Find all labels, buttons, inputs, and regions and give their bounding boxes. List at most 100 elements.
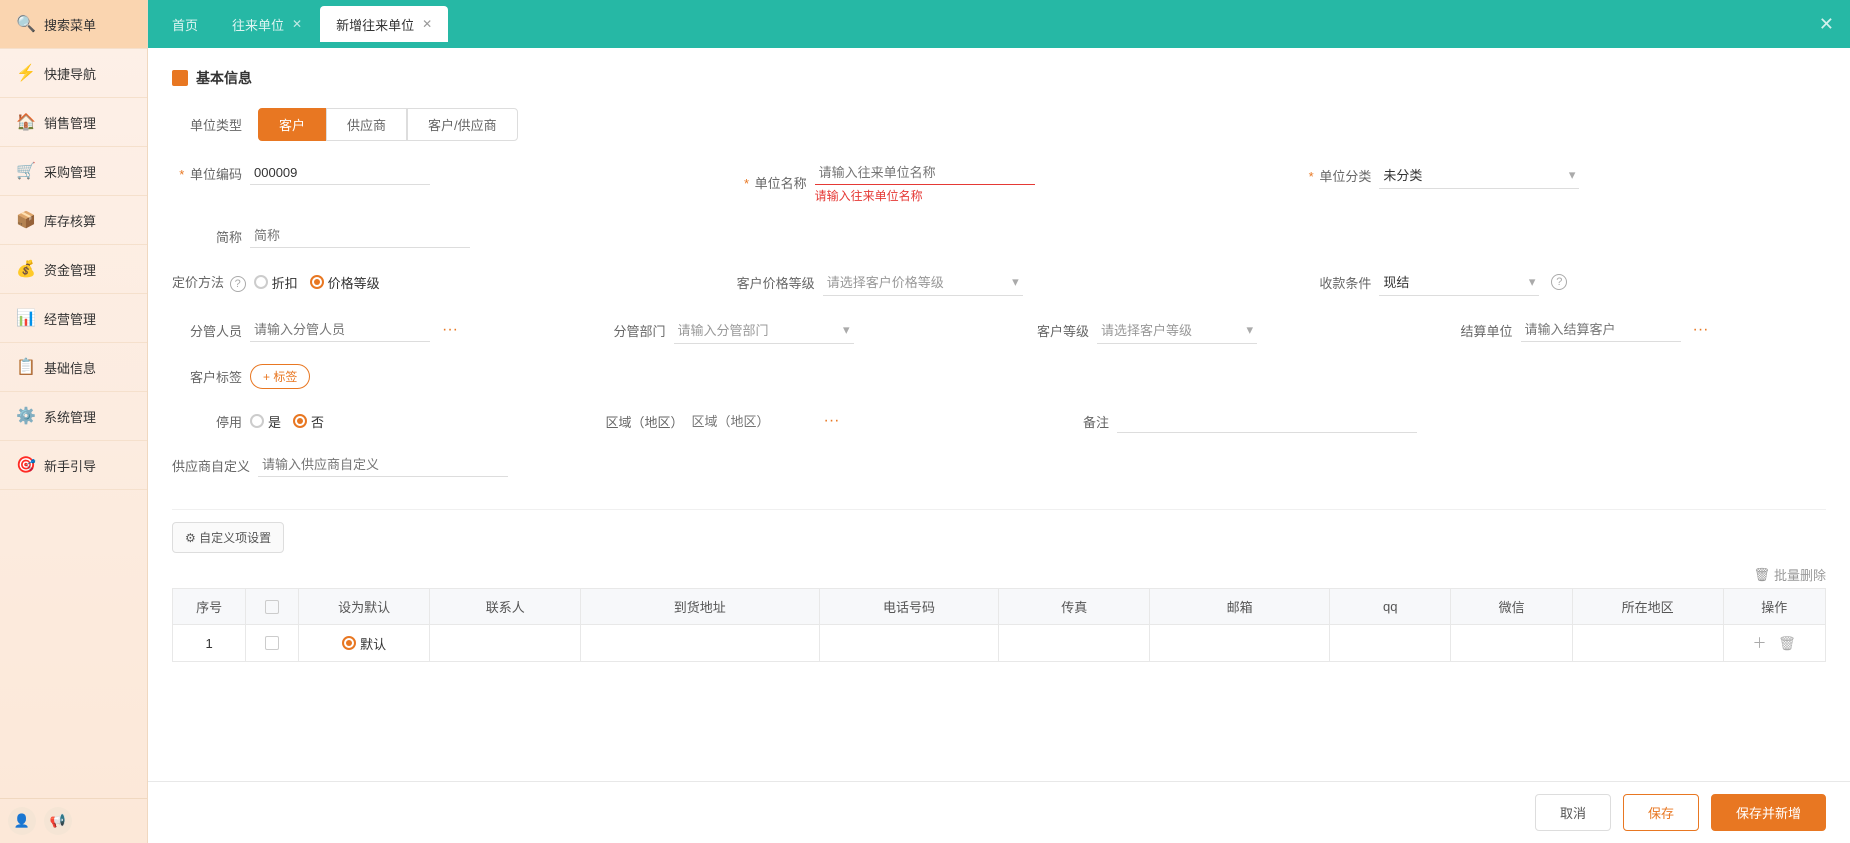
batch-delete-button[interactable]: 🗑 批量删除 bbox=[1753, 565, 1826, 584]
manager-label: 分管人员 bbox=[172, 321, 242, 340]
table-header-row: 序号 设为默认 联系人 到货地址 电话号码 传真 邮箱 qq 微信 所在地区 操… bbox=[173, 589, 1826, 625]
email-input[interactable] bbox=[1185, 636, 1295, 651]
save-button[interactable]: 保存 bbox=[1623, 794, 1699, 831]
col-default: 设为默认 bbox=[298, 589, 430, 625]
customer-level-label: 客户等级 bbox=[1019, 321, 1089, 340]
unit-code-field: * 单位编码 bbox=[172, 161, 697, 185]
disable-radio-yes[interactable]: 是 bbox=[250, 412, 281, 431]
custom-settings-button[interactable]: ⚙ 自定义项设置 bbox=[172, 522, 284, 553]
tab-new-partner[interactable]: 新增往来单位 ✕ bbox=[320, 6, 448, 42]
region-input[interactable] bbox=[692, 414, 812, 429]
region-label: 区域（地区） bbox=[606, 412, 684, 431]
sidebar-item-label: 搜索菜单 bbox=[44, 15, 96, 34]
pricing-help-icon[interactable]: ? bbox=[230, 276, 246, 292]
type-btn-both[interactable]: 客户/供应商 bbox=[407, 108, 518, 141]
payment-terms-select[interactable]: 现结 ▾ bbox=[1379, 268, 1539, 296]
row-region-input[interactable] bbox=[1603, 636, 1693, 651]
disable-radio-no[interactable]: 否 bbox=[293, 412, 324, 431]
yes-label: 是 bbox=[268, 412, 281, 431]
disable-field: 停用 是 否 bbox=[172, 412, 566, 431]
remark-field: 备注 bbox=[1039, 409, 1826, 433]
row-checkbox[interactable] bbox=[265, 636, 279, 650]
short-name-input[interactable] bbox=[250, 224, 470, 248]
manager-more-btn[interactable]: ··· bbox=[438, 321, 462, 339]
payment-terms-label: 收款条件 bbox=[1301, 273, 1371, 292]
main-area: 首页 往来单位 ✕ 新增往来单位 ✕ ✕ 基本信息 单位类型 客户 供应商 客户… bbox=[148, 0, 1850, 843]
col-email: 邮箱 bbox=[1150, 589, 1330, 625]
col-contact: 联系人 bbox=[430, 589, 581, 625]
save-new-button[interactable]: 保存并新增 bbox=[1711, 794, 1826, 831]
row-disable-region: 停用 是 否 区域（地区） ··· bbox=[172, 409, 1826, 433]
default-label: 默认 bbox=[360, 634, 386, 653]
table-row: 1 默认 bbox=[173, 625, 1826, 662]
remark-input[interactable] bbox=[1117, 409, 1417, 433]
type-btn-supplier[interactable]: 供应商 bbox=[326, 108, 407, 141]
sidebar-item-label: 资金管理 bbox=[44, 260, 96, 279]
pricing-radio-price-level[interactable]: 价格等级 bbox=[310, 273, 380, 292]
delete-row-button[interactable]: 🗑 bbox=[1774, 633, 1800, 654]
manager-input[interactable] bbox=[250, 318, 430, 342]
box-icon: 📦 bbox=[16, 210, 36, 230]
sidebar-item-inventory[interactable]: 📦 库存核算 bbox=[0, 196, 147, 245]
tab-partners[interactable]: 往来单位 ✕ bbox=[216, 6, 318, 42]
cell-contact bbox=[430, 625, 581, 662]
phone-input[interactable] bbox=[854, 636, 964, 651]
unit-category-select[interactable]: 未分类 ▾ bbox=[1379, 161, 1579, 189]
department-label: 分管部门 bbox=[596, 321, 666, 340]
region-more-btn[interactable]: ··· bbox=[820, 412, 844, 430]
tab-partners-close[interactable]: ✕ bbox=[292, 18, 302, 30]
tab-new-partner-close[interactable]: ✕ bbox=[422, 18, 432, 30]
cell-wechat bbox=[1451, 625, 1572, 662]
payment-help-icon[interactable]: ? bbox=[1551, 274, 1567, 290]
settlement-more-btn[interactable]: ··· bbox=[1689, 321, 1713, 339]
sidebar-item-purchase[interactable]: 🛒 采购管理 bbox=[0, 147, 147, 196]
customer-level-select[interactable]: 请选择客户等级 ▾ bbox=[1097, 316, 1257, 344]
add-row-button[interactable]: ＋ bbox=[1749, 631, 1771, 655]
unit-name-label: * 单位名称 bbox=[737, 173, 807, 192]
sidebar-item-quick-nav[interactable]: ⚡ 快捷导航 bbox=[0, 49, 147, 98]
supplier-custom-input[interactable] bbox=[258, 453, 508, 477]
wechat-input[interactable] bbox=[1477, 636, 1547, 651]
settlement-unit-input[interactable] bbox=[1521, 318, 1681, 342]
pricing-radio-group: 折扣 价格等级 bbox=[254, 273, 380, 292]
type-btn-customer[interactable]: 客户 bbox=[258, 108, 326, 141]
sidebar-item-guide[interactable]: 🎯 新手引导 bbox=[0, 441, 147, 490]
tab-bar: 首页 往来单位 ✕ 新增往来单位 ✕ ✕ bbox=[148, 0, 1850, 48]
expand-icon[interactable]: 📢 bbox=[44, 807, 72, 835]
price-level-label: 价格等级 bbox=[328, 273, 380, 292]
unit-type-label: 单位类型 bbox=[172, 115, 242, 134]
tab-home[interactable]: 首页 bbox=[156, 6, 214, 42]
pricing-radio-discount[interactable]: 折扣 bbox=[254, 273, 298, 292]
cancel-button[interactable]: 取消 bbox=[1535, 794, 1611, 831]
qq-input[interactable] bbox=[1355, 636, 1425, 651]
unit-name-input-group: 请输入往来单位名称 bbox=[815, 161, 1035, 204]
unit-name-input[interactable] bbox=[815, 161, 1035, 185]
default-radio[interactable]: 默认 bbox=[305, 634, 424, 653]
add-tag-button[interactable]: + 标签 bbox=[250, 364, 310, 389]
sidebar-item-sales[interactable]: 🏠 销售管理 bbox=[0, 98, 147, 147]
pricing-method-field: 定价方法 ? 折扣 价格等级 bbox=[172, 272, 697, 292]
cell-region bbox=[1572, 625, 1723, 662]
supplier-custom-label: 供应商自定义 bbox=[172, 456, 250, 475]
sidebar-item-operations[interactable]: 📊 经营管理 bbox=[0, 294, 147, 343]
unit-code-input[interactable] bbox=[250, 161, 430, 185]
user-icon[interactable]: 👤 bbox=[8, 807, 36, 835]
window-close-button[interactable]: ✕ bbox=[1811, 10, 1842, 39]
pricing-method-label: 定价方法 ? bbox=[172, 272, 246, 292]
sidebar-item-search[interactable]: 🔍 搜索菜单 bbox=[0, 0, 147, 49]
sidebar-item-finance[interactable]: 💰 资金管理 bbox=[0, 245, 147, 294]
sidebar-item-system[interactable]: ⚙️ 系统管理 bbox=[0, 392, 147, 441]
tab-home-label: 首页 bbox=[172, 15, 198, 34]
sidebar-item-basic[interactable]: 📋 基础信息 bbox=[0, 343, 147, 392]
customer-price-level-select[interactable]: 请选择客户价格等级 ▾ bbox=[823, 268, 1023, 296]
address-input[interactable] bbox=[625, 636, 775, 651]
disable-label: 停用 bbox=[172, 412, 242, 431]
fax-input[interactable] bbox=[1029, 636, 1119, 651]
cell-fax bbox=[999, 625, 1150, 662]
contact-input[interactable] bbox=[460, 636, 550, 651]
batch-delete-label: 批量删除 bbox=[1774, 565, 1826, 584]
select-all-checkbox[interactable] bbox=[265, 600, 279, 614]
department-select[interactable]: 请输入分管部门 ▾ bbox=[674, 316, 854, 344]
cell-phone bbox=[819, 625, 999, 662]
no-label: 否 bbox=[311, 412, 324, 431]
